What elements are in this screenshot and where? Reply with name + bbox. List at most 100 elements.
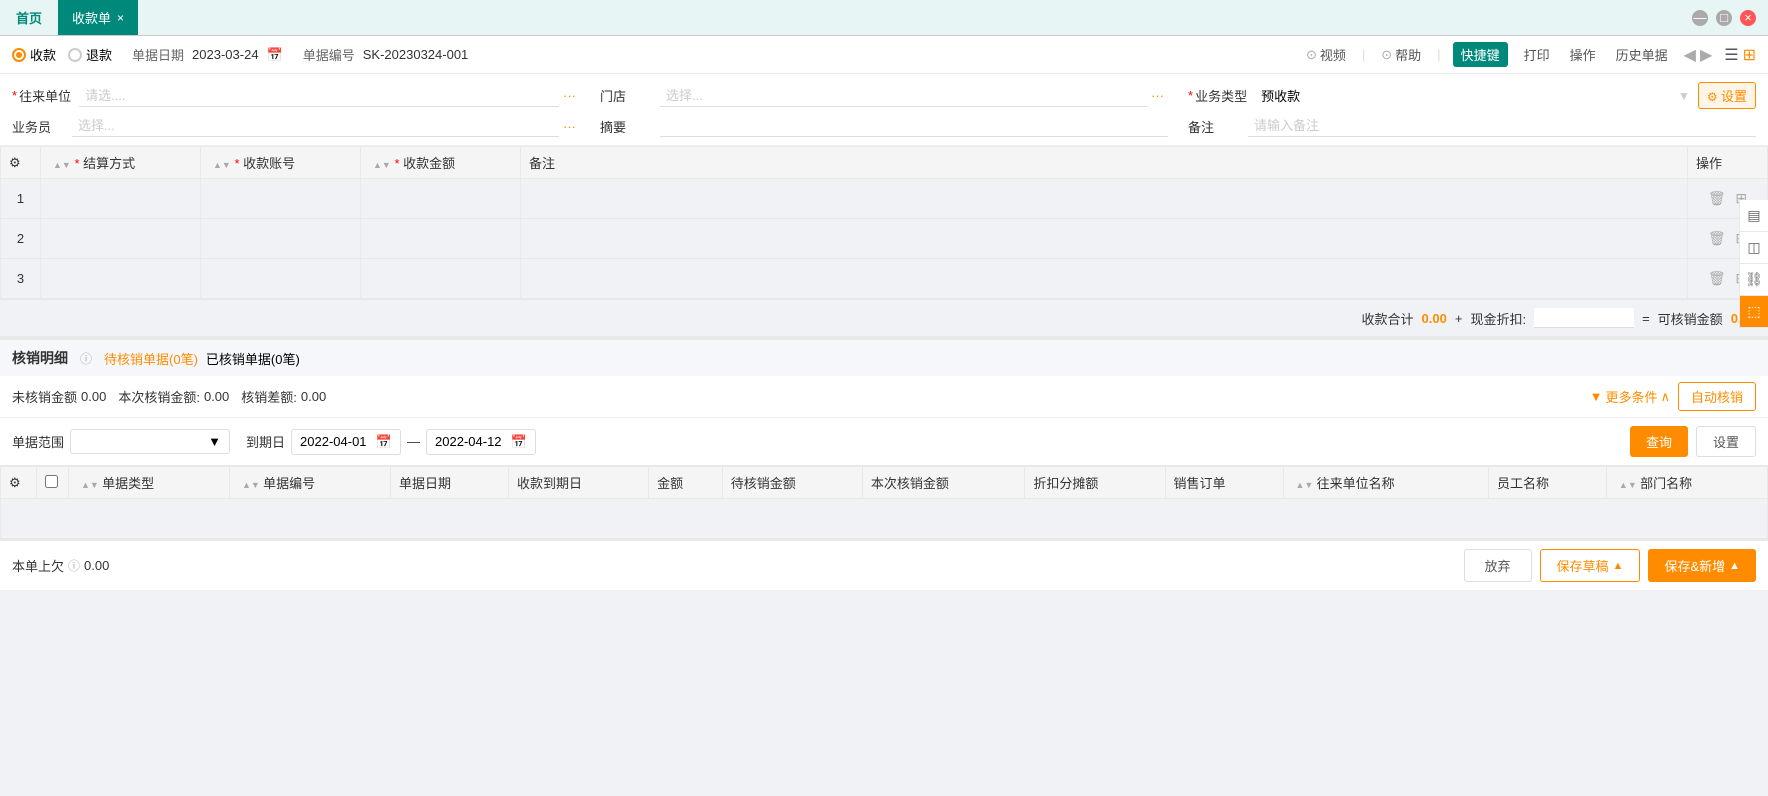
- row-3-amount[interactable]: [361, 259, 521, 299]
- more-conditions-btn[interactable]: ▼ 更多条件 ∧: [1590, 387, 1670, 406]
- row-2-amount[interactable]: [361, 219, 521, 259]
- note-input[interactable]: [1248, 115, 1756, 137]
- operation-button[interactable]: 操作: [1566, 43, 1600, 66]
- date-from-input[interactable]: 2022-04-01 📅: [291, 429, 401, 455]
- list-view-icon[interactable]: ☰: [1724, 45, 1738, 65]
- discount-label: 现金折扣:: [1470, 309, 1526, 328]
- counterparty-field: * 往来单位 ···: [12, 85, 580, 107]
- print-button[interactable]: 打印: [1520, 43, 1554, 66]
- btcol-dept: ▲▼ 部门名称: [1606, 467, 1767, 499]
- col-gear-header[interactable]: ⚙: [1, 147, 41, 179]
- sidebar-link-icon[interactable]: ⛓: [1740, 264, 1768, 296]
- writeoff-info-icon[interactable]: ⓘ: [80, 350, 92, 367]
- doc-no-sort-icon[interactable]: ▲▼: [242, 480, 260, 490]
- btcol-checkbox[interactable]: [37, 467, 69, 499]
- account-sort-icon[interactable]: ▲▼: [213, 160, 231, 170]
- setting-button[interactable]: 设置: [1696, 426, 1756, 457]
- writeoff-table: ⚙ ▲▼ 单据类型 ▲▼ 单据编号: [0, 466, 1768, 539]
- row-1-account[interactable]: [201, 179, 361, 219]
- counterparty-sort-icon[interactable]: ▲▼: [1296, 480, 1314, 490]
- date-to-calendar-icon: 📅: [511, 434, 527, 450]
- row-2-note[interactable]: [521, 219, 1688, 259]
- help-button[interactable]: ⊙ 帮助: [1377, 43, 1425, 66]
- grid-view-icon[interactable]: ⊞: [1743, 45, 1756, 65]
- summary-input[interactable]: [660, 115, 1168, 137]
- row-2-settlement[interactable]: [41, 219, 201, 259]
- doc-date-field: 单据日期 2023-03-24 📅: [132, 45, 283, 64]
- btcol-amount: 金额: [649, 467, 723, 499]
- video-button[interactable]: ⊙ 视频: [1302, 43, 1350, 66]
- tab-home[interactable]: 首页: [0, 0, 58, 35]
- biz-type-label: 业务类型: [1195, 86, 1255, 105]
- row-2-account[interactable]: [201, 219, 361, 259]
- salesperson-input[interactable]: [72, 115, 559, 137]
- row-1-note[interactable]: [521, 179, 1688, 219]
- nav-prev-icon[interactable]: ◀: [1684, 45, 1696, 65]
- biz-type-dropdown-icon[interactable]: ▼: [1678, 89, 1690, 103]
- doc-date-calendar-icon[interactable]: 📅: [267, 47, 283, 63]
- btcol-writeoff: 本次核销金额: [862, 467, 1024, 499]
- row-3-delete-icon[interactable]: 🗑: [1708, 270, 1726, 286]
- form-section: * 往来单位 ··· 门店 ··· * 业务类型 预收款 ▼: [0, 74, 1768, 146]
- nav-next-icon[interactable]: ▶: [1700, 45, 1712, 65]
- discard-button[interactable]: 放弃: [1464, 549, 1532, 582]
- save-draft-button[interactable]: 保存草稿 ▲: [1540, 549, 1641, 582]
- row-1-amount[interactable]: [361, 179, 521, 219]
- sub-info-icon[interactable]: ⓘ: [68, 557, 80, 574]
- query-button[interactable]: 查询: [1630, 426, 1688, 457]
- salesperson-ellipsis[interactable]: ···: [559, 119, 580, 134]
- doc-type-sort-icon[interactable]: ▲▼: [81, 480, 99, 490]
- radio-receipt[interactable]: 收款: [12, 45, 56, 64]
- doc-date-label: 单据日期: [132, 45, 184, 64]
- counterparty-ellipsis[interactable]: ···: [559, 88, 580, 103]
- tab-receipt[interactable]: 收款单 ×: [58, 0, 138, 35]
- select-all-checkbox[interactable]: [45, 475, 58, 488]
- row-1-num: 1: [1, 179, 41, 219]
- shortcut-button[interactable]: 快捷键: [1453, 42, 1508, 67]
- row-2-delete-icon[interactable]: 🗑: [1708, 230, 1726, 246]
- settings-button[interactable]: ⚙ 设置: [1698, 82, 1756, 109]
- row-3-note[interactable]: [521, 259, 1688, 299]
- row-3-account[interactable]: [201, 259, 361, 299]
- doc-range-dropdown-icon: ▼: [208, 434, 221, 449]
- pending-docs-link[interactable]: 待核销单据(0笔): [104, 349, 198, 368]
- receipt-table: ⚙ ▲▼ * 结算方式 ▲▼ * 收款账号 ▲▼: [0, 146, 1768, 299]
- btcol-doc-no: ▲▼ 单据编号: [230, 467, 391, 499]
- row-1-delete-icon[interactable]: 🗑: [1708, 190, 1726, 206]
- discount-input[interactable]: [1534, 308, 1634, 328]
- doc-range-select[interactable]: ▼: [70, 429, 230, 454]
- store-input[interactable]: [660, 85, 1147, 107]
- row-3-settlement[interactable]: [41, 259, 201, 299]
- btcol-gear[interactable]: ⚙: [1, 467, 37, 499]
- amount-sort-icon[interactable]: ▲▼: [373, 160, 391, 170]
- store-ellipsis[interactable]: ···: [1147, 88, 1168, 103]
- save-new-button[interactable]: 保存&新增 ▲: [1648, 549, 1756, 582]
- btcol-doc-date: 单据日期: [391, 467, 509, 499]
- col-settlement-header: ▲▼ * 结算方式: [41, 147, 201, 179]
- form-row-2: 业务员 ··· 摘要 备注: [12, 115, 1756, 137]
- history-button[interactable]: 历史单据: [1612, 43, 1672, 66]
- settlement-sort-icon[interactable]: ▲▼: [53, 160, 71, 170]
- scroll-area: * 往来单位 ··· 门店 ··· * 业务类型 预收款 ▼: [0, 74, 1768, 796]
- row-1-settlement[interactable]: [41, 179, 201, 219]
- dept-sort-icon[interactable]: ▲▼: [1619, 480, 1637, 490]
- maximize-button[interactable]: □: [1716, 10, 1732, 26]
- date-to-input[interactable]: 2022-04-12 📅: [426, 429, 536, 455]
- btcol-discount: 折扣分摊额: [1025, 467, 1165, 499]
- radio-refund[interactable]: 退款: [68, 45, 112, 64]
- biz-type-value: 预收款: [1255, 83, 1678, 108]
- minimize-button[interactable]: —: [1692, 10, 1708, 26]
- counterparty-input[interactable]: [79, 85, 559, 107]
- radio-receipt-dot: [12, 48, 26, 62]
- btcol-pending: 待核销金额: [722, 467, 862, 499]
- col-amount-header: ▲▼ * 收款金额: [361, 147, 521, 179]
- btcol-sale-order: 销售订单: [1165, 467, 1283, 499]
- auto-writeoff-button[interactable]: 自动核销: [1678, 382, 1756, 411]
- unwriteoff-value: 0.00: [81, 389, 106, 404]
- action-buttons: 放弃 保存草稿 ▲ 保存&新增 ▲: [1464, 549, 1756, 582]
- sidebar-doc-icon[interactable]: ◫: [1740, 232, 1768, 264]
- close-button[interactable]: ×: [1740, 10, 1756, 26]
- sidebar-table-icon[interactable]: ▤: [1740, 200, 1768, 232]
- sidebar-expand-icon[interactable]: ⬚: [1740, 296, 1768, 328]
- tab-close-icon[interactable]: ×: [117, 11, 124, 25]
